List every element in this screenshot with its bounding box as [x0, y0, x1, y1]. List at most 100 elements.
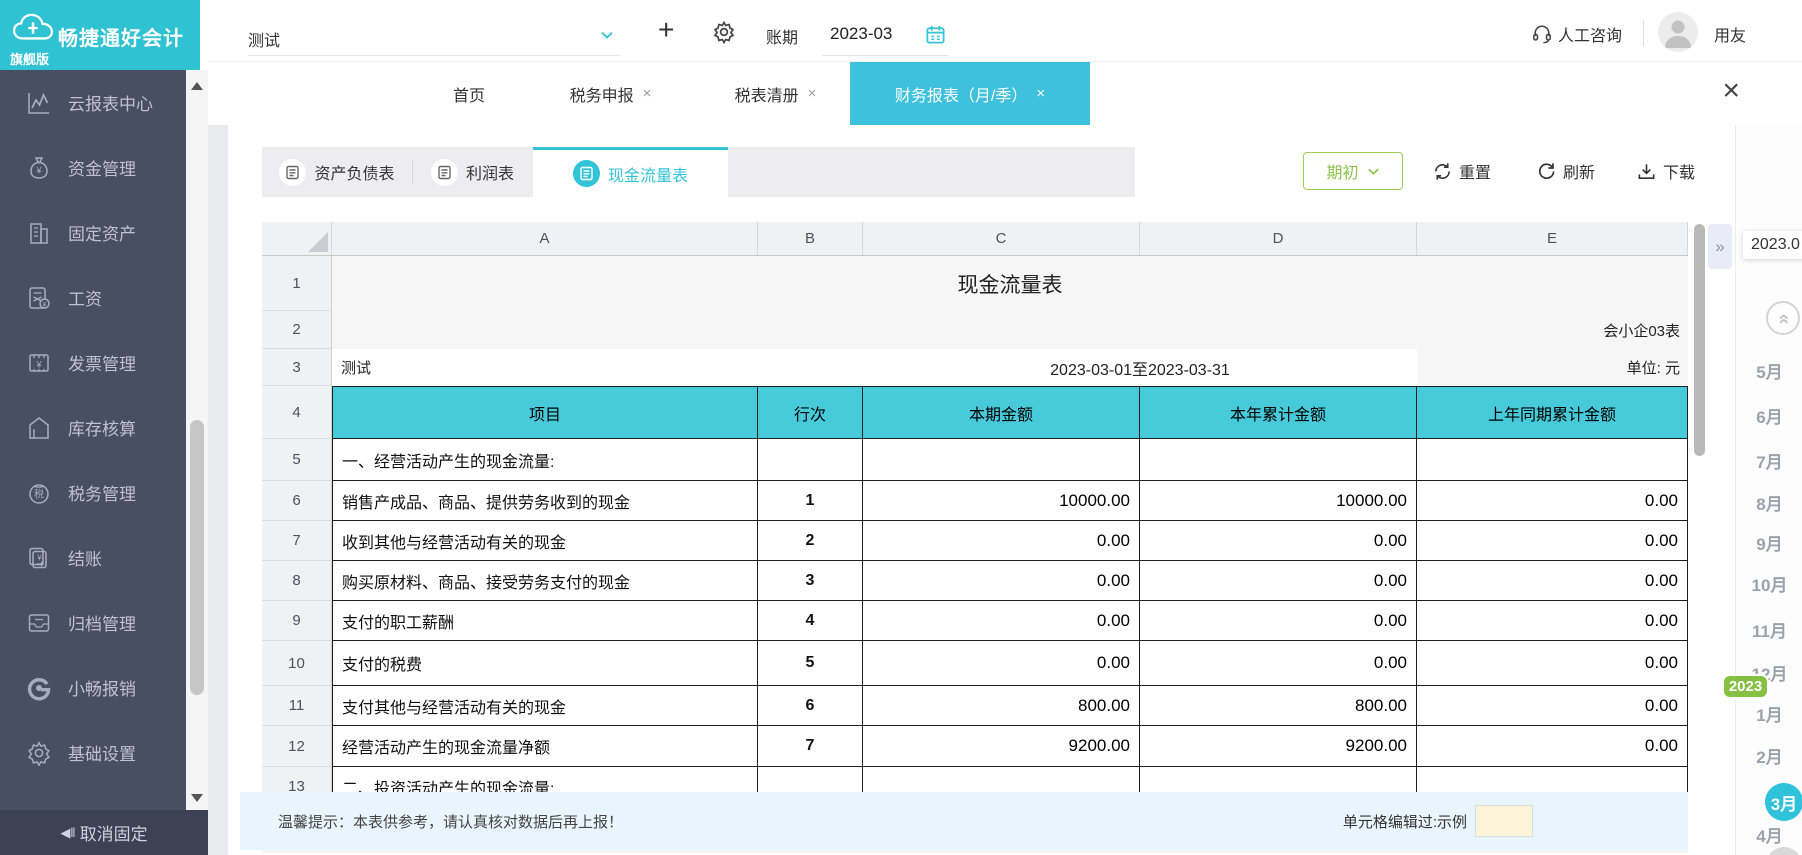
column-header-D[interactable]: D: [1140, 222, 1417, 255]
sidebar-item-工资[interactable]: ¥ 工资: [0, 265, 186, 330]
prior-amount-cell[interactable]: 0.00: [1417, 641, 1688, 686]
month-9月[interactable]: 9月: [1736, 530, 1802, 555]
item-cell[interactable]: 经营活动产生的现金流量净额: [332, 726, 758, 767]
line-number-cell[interactable]: 6: [758, 686, 863, 726]
ytd-amount-cell[interactable]: 0.00: [1140, 601, 1417, 641]
month-8月[interactable]: 8月: [1736, 490, 1802, 515]
cell-blank[interactable]: [758, 349, 863, 386]
report-tab-资产负债表[interactable]: 资产负债表: [262, 147, 412, 197]
row-number[interactable]: 9: [262, 601, 332, 641]
value-cell[interactable]: [758, 439, 863, 481]
current-amount-cell[interactable]: 9200.00: [863, 726, 1140, 767]
table-header-项目[interactable]: 项目: [332, 386, 758, 439]
value-cell[interactable]: [1140, 439, 1417, 481]
line-number-cell[interactable]: 3: [758, 561, 863, 601]
gear-icon[interactable]: [712, 20, 736, 44]
unpin-sidebar-button[interactable]: ◀‖ 取消固定: [0, 810, 208, 855]
table-header-行次[interactable]: 行次: [758, 386, 863, 439]
item-cell[interactable]: 支付的税费: [332, 641, 758, 686]
report-tab-利润表[interactable]: 利润表: [412, 147, 533, 197]
download-button[interactable]: 下载: [1637, 152, 1695, 190]
company-cell[interactable]: 测试: [332, 349, 758, 386]
close-tab-icon[interactable]: ×: [808, 85, 817, 102]
opening-balance-button[interactable]: 期初: [1303, 152, 1403, 190]
month-3月[interactable]: 3月: [1765, 783, 1802, 821]
tab-税务申报[interactable]: 税务申报 ×: [548, 62, 673, 125]
sidebar-item-结账[interactable]: ¥ 结账: [0, 525, 186, 590]
month-11月[interactable]: 11月: [1736, 617, 1802, 642]
row-number[interactable]: 11: [262, 686, 332, 726]
user-name[interactable]: 用友: [1714, 22, 1746, 46]
item-cell[interactable]: 收到其他与经营活动有关的现金: [332, 521, 758, 561]
sidebar-item-库存核算[interactable]: 库存核算: [0, 395, 186, 460]
row-number[interactable]: 6: [262, 481, 332, 521]
report-title[interactable]: 现金流量表: [332, 256, 1688, 311]
line-number-cell[interactable]: 1: [758, 481, 863, 521]
item-cell[interactable]: 一、经营活动产生的现金流量:: [332, 439, 758, 481]
ytd-amount-cell[interactable]: 9200.00: [1140, 726, 1417, 767]
ytd-amount-cell[interactable]: 10000.00: [1140, 481, 1417, 521]
current-amount-cell[interactable]: 0.00: [863, 561, 1140, 601]
table-header-上年同期累计金额[interactable]: 上年同期累计金额: [1417, 386, 1688, 439]
sidebar-item-发票管理[interactable]: ¥ 发票管理: [0, 330, 186, 395]
ytd-amount-cell[interactable]: 0.00: [1140, 641, 1417, 686]
period-picker[interactable]: 2023-03: [822, 18, 948, 56]
current-amount-cell[interactable]: 10000.00: [863, 481, 1140, 521]
prior-amount-cell[interactable]: 0.00: [1417, 521, 1688, 561]
select-all-corner[interactable]: [262, 222, 332, 255]
month-4月[interactable]: 4月: [1736, 822, 1802, 847]
year-label[interactable]: 2023.0: [1743, 231, 1802, 259]
ytd-amount-cell[interactable]: 800.00: [1140, 686, 1417, 726]
scroll-down-arrow-icon[interactable]: [191, 794, 203, 802]
company-select[interactable]: 测试: [248, 20, 620, 56]
prior-amount-cell[interactable]: 0.00: [1417, 601, 1688, 641]
month-1月[interactable]: 1月: [1736, 701, 1802, 726]
avatar[interactable]: [1658, 12, 1698, 52]
row-number[interactable]: 2: [262, 311, 332, 349]
month-6月[interactable]: 6月: [1736, 403, 1802, 428]
report-tab-现金流量表[interactable]: 现金流量表: [533, 147, 728, 197]
line-number-cell[interactable]: 7: [758, 726, 863, 767]
date-range-cell[interactable]: 2023-03-01至2023-03-31: [863, 349, 1417, 386]
tab-税表清册[interactable]: 税表清册 ×: [713, 62, 838, 125]
item-cell[interactable]: 支付的职工薪酬: [332, 601, 758, 641]
sidebar-item-小畅报销[interactable]: 小畅报销: [0, 655, 186, 720]
sidebar-item-资金管理[interactable]: ¥ 资金管理: [0, 135, 186, 200]
line-number-cell[interactable]: 2: [758, 521, 863, 561]
sidebar-scrollbar[interactable]: [186, 70, 208, 810]
expand-panel-button[interactable]: »: [1708, 224, 1732, 269]
row-number[interactable]: 4: [262, 386, 332, 439]
row-number[interactable]: 12: [262, 726, 332, 767]
ytd-amount-cell[interactable]: 0.00: [1140, 561, 1417, 601]
prior-amount-cell[interactable]: 0.00: [1417, 686, 1688, 726]
sidebar-scroll-thumb[interactable]: [190, 420, 204, 695]
line-number-cell[interactable]: 4: [758, 601, 863, 641]
row-number[interactable]: 10: [262, 641, 332, 686]
prior-amount-cell[interactable]: 0.00: [1417, 726, 1688, 767]
tab-财务报表（月/季）[interactable]: 财务报表（月/季） ×: [850, 62, 1090, 125]
month-5月[interactable]: 5月: [1736, 358, 1802, 383]
month-7月[interactable]: 7月: [1736, 448, 1802, 473]
sidebar-item-新手引导[interactable]: 新手引导: [0, 785, 186, 810]
value-cell[interactable]: [1417, 439, 1688, 481]
live-support-button[interactable]: 人工咨询: [1532, 22, 1622, 46]
close-tab-icon[interactable]: ×: [643, 85, 652, 102]
cell-blank[interactable]: [332, 311, 1417, 349]
line-number-cell[interactable]: 5: [758, 641, 863, 686]
sidebar-item-基础设置[interactable]: 基础设置: [0, 720, 186, 785]
refresh-button[interactable]: 刷新: [1537, 152, 1595, 190]
table-header-本期金额[interactable]: 本期金额: [863, 386, 1140, 439]
year-badge[interactable]: 2023: [1722, 674, 1769, 699]
reset-button[interactable]: 重置: [1433, 152, 1491, 190]
row-number[interactable]: 5: [262, 439, 332, 481]
ytd-amount-cell[interactable]: 0.00: [1140, 521, 1417, 561]
scroll-up-arrow-icon[interactable]: [191, 82, 203, 90]
item-cell[interactable]: 购买原材料、商品、接受劳务支付的现金: [332, 561, 758, 601]
prior-amount-cell[interactable]: 0.00: [1417, 481, 1688, 521]
close-tab-icon[interactable]: ×: [1036, 85, 1045, 102]
current-amount-cell[interactable]: 0.00: [863, 521, 1140, 561]
tab-首页[interactable]: 首页: [433, 62, 505, 125]
current-amount-cell[interactable]: 0.00: [863, 601, 1140, 641]
row-number[interactable]: 7: [262, 521, 332, 561]
add-account-button[interactable]: +: [658, 14, 674, 46]
